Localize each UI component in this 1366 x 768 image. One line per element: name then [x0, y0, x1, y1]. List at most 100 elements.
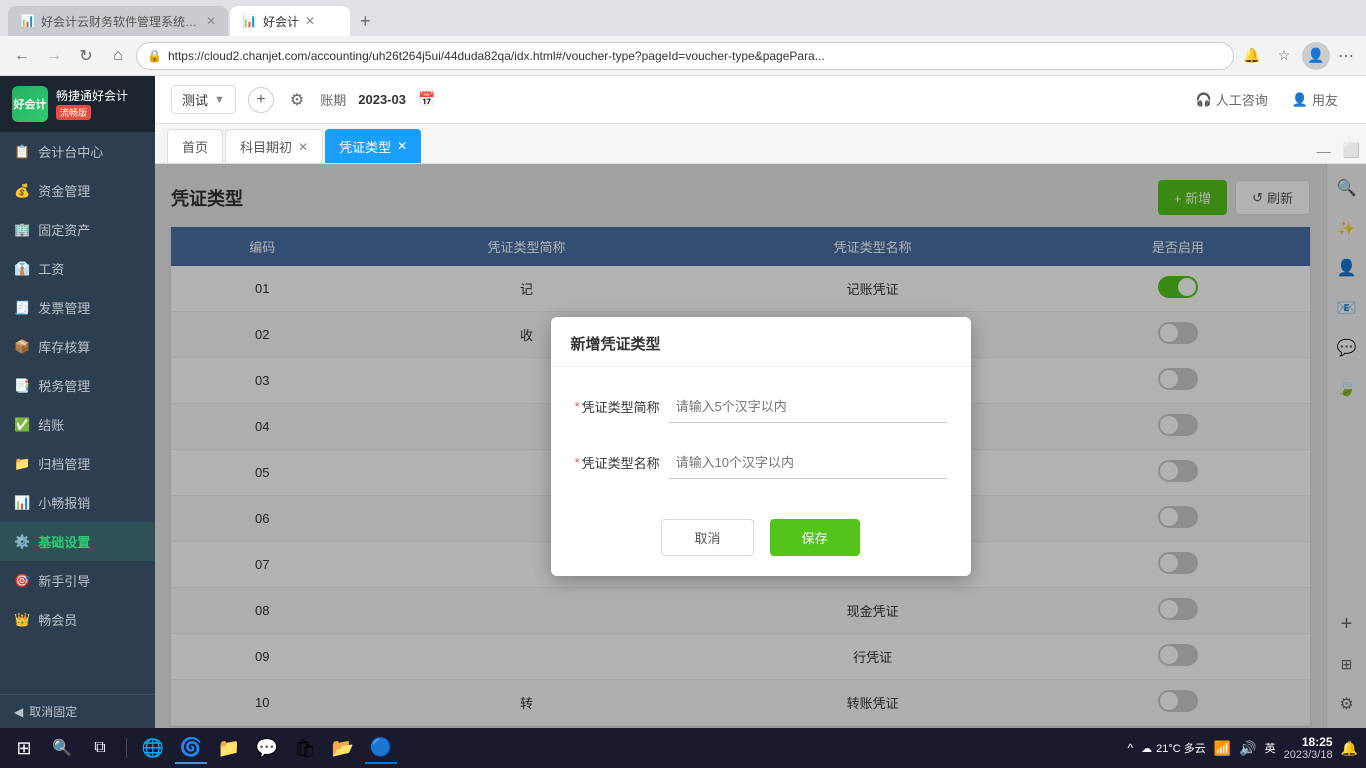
- pin-icon: ◀: [14, 705, 23, 719]
- sidebar-item-guide[interactable]: 🎯 新手引导: [0, 561, 155, 600]
- start-button[interactable]: ⊞: [8, 732, 40, 764]
- taskbar-store[interactable]: 🛍: [289, 732, 321, 764]
- report-icon: 📊: [14, 495, 30, 511]
- expand-panel-button[interactable]: ⬜: [1337, 142, 1366, 159]
- logo-icon: 好会计: [12, 86, 48, 122]
- tab2-favicon: 📊: [242, 14, 257, 28]
- lang-indicator: 英: [1265, 740, 1276, 756]
- taskbar-wechat[interactable]: 💬: [251, 732, 283, 764]
- minimize-panel-button[interactable]: —: [1311, 143, 1337, 159]
- sidebar-bottom[interactable]: ◀ 取消固定: [0, 694, 155, 728]
- sidebar-item-inventory[interactable]: 📦 库存核算: [0, 327, 155, 366]
- tab-voucher-close[interactable]: ✕: [397, 139, 407, 153]
- archive-icon: 📁: [14, 456, 30, 472]
- taskbar-chrome[interactable]: 🌀: [175, 732, 207, 764]
- browser-profile[interactable]: 👤: [1302, 42, 1330, 70]
- sidebar-item-settings[interactable]: ⚙️ 基础设置: [0, 522, 155, 561]
- abbr-label: * 凭证类型简称: [575, 397, 660, 416]
- tab-subject-label: 科目期初: [240, 137, 292, 156]
- sidebar-item-finance[interactable]: 💰 资金管理: [0, 171, 155, 210]
- dashboard-icon: 📋: [14, 144, 30, 160]
- sidebar-item-settle[interactable]: ✅ 结账: [0, 405, 155, 444]
- tab-home[interactable]: 首页: [167, 129, 223, 163]
- guide-icon: 🎯: [14, 573, 30, 589]
- sidebar-item-report[interactable]: 📊 小畅报销: [0, 483, 155, 522]
- taskbar-edge2[interactable]: 🔵: [365, 732, 397, 764]
- taskbar-taskview[interactable]: ⧉: [84, 732, 116, 764]
- period-label: 账期: [320, 90, 346, 109]
- settings-icon: ⚙️: [14, 534, 30, 550]
- dropdown-icon: ▼: [214, 94, 225, 106]
- notification-button[interactable]: 🔔: [1341, 740, 1358, 757]
- lock-icon: 🔒: [147, 49, 162, 63]
- logo-name: 畅捷通好会计: [56, 88, 128, 105]
- taskbar-time-display[interactable]: 18:25 2023/3/18: [1284, 735, 1333, 761]
- address-bar[interactable]: 🔒 https://cloud2.chanjet.com/accounting/…: [136, 42, 1234, 70]
- finance-icon: 💰: [14, 183, 30, 199]
- name-input[interactable]: [668, 447, 947, 479]
- cancel-button[interactable]: 取消: [661, 519, 753, 556]
- sidebar-logo: 好会计 畅捷通好会计 流畅版: [0, 76, 155, 132]
- weather-icon: ☁: [1141, 742, 1152, 755]
- taskbar-explorer[interactable]: 📁: [213, 732, 245, 764]
- user-icon: 👤: [1292, 92, 1308, 108]
- home-button[interactable]: ⌂: [104, 42, 132, 70]
- forward-button[interactable]: →: [40, 42, 68, 70]
- browser-menu[interactable]: ⋯: [1334, 42, 1358, 70]
- dialog-body: * 凭证类型简称 * 凭证类型名称: [551, 367, 971, 507]
- sidebar-item-assets[interactable]: 🏢 固定资产: [0, 210, 155, 249]
- back-button[interactable]: ←: [8, 42, 36, 70]
- taskbar-files[interactable]: 📂: [327, 732, 359, 764]
- tab-subject-close[interactable]: ✕: [298, 140, 308, 154]
- tab2-close[interactable]: ✕: [305, 14, 315, 28]
- taskbar-tray: ^ ☁ 21°C 多云 📶 🔊 英 18:25 2023/3/18 🔔: [1127, 735, 1358, 761]
- settle-icon: ✅: [14, 417, 30, 433]
- name-label: * 凭证类型名称: [575, 453, 660, 472]
- date-display: 2023/3/18: [1284, 749, 1333, 761]
- sidebar-item-salary[interactable]: 👔 工资: [0, 249, 155, 288]
- inventory-icon: 📦: [14, 339, 30, 355]
- abbr-input[interactable]: [668, 391, 947, 423]
- consult-button[interactable]: 🎧 人工咨询: [1196, 90, 1268, 109]
- taskbar-edge[interactable]: 🌐: [137, 732, 169, 764]
- time-display: 18:25: [1284, 735, 1333, 749]
- abbr-required: *: [575, 399, 580, 414]
- browser-tab-inactive[interactable]: 📊 好会计云财务软件管理系统_会计 ✕: [8, 6, 228, 36]
- invoice-icon: 🧾: [14, 300, 30, 316]
- sidebar-item-invoice[interactable]: 🧾 发票管理: [0, 288, 155, 327]
- add-company-button[interactable]: +: [248, 87, 274, 113]
- abbr-form-group: * 凭证类型简称: [575, 391, 947, 423]
- settings-cog-button[interactable]: ⚙: [286, 86, 308, 114]
- taskbar-search-button[interactable]: 🔍: [46, 732, 78, 764]
- sound-icon[interactable]: 🔊: [1239, 740, 1256, 757]
- period-value: 2023-03: [358, 92, 406, 107]
- tab1-close[interactable]: ✕: [206, 14, 216, 28]
- logo-badge: 流畅版: [56, 105, 91, 120]
- tab-subject[interactable]: 科目期初 ✕: [225, 129, 323, 163]
- save-button[interactable]: 保存: [770, 519, 860, 556]
- tab2-label: 好会计: [263, 13, 299, 30]
- taskbar: ⊞ 🔍 ⧉ 🌐 🌀 📁 💬 🛍 📂 🔵 ^ ☁ 21°C 多云 📶 🔊 英 18…: [0, 728, 1366, 768]
- calendar-icon[interactable]: 📅: [418, 91, 435, 108]
- wifi-icon[interactable]: 📶: [1214, 740, 1231, 757]
- sidebar-item-tax[interactable]: 📑 税务管理: [0, 366, 155, 405]
- company-selector[interactable]: 测试 ▼: [171, 85, 236, 114]
- new-tab-button[interactable]: +: [352, 11, 379, 32]
- tab-voucher-type[interactable]: 凭证类型 ✕: [325, 129, 421, 163]
- sidebar-item-archive[interactable]: 📁 归档管理: [0, 444, 155, 483]
- sidebar-item-dashboard[interactable]: 📋 会计台中心: [0, 132, 155, 171]
- company-name: 测试: [182, 90, 208, 109]
- system-tray-expand[interactable]: ^: [1127, 741, 1133, 755]
- dialog-overlay[interactable]: 新增凭证类型 * 凭证类型简称 *: [155, 164, 1366, 728]
- name-required: *: [575, 455, 580, 470]
- extensions-button[interactable]: 🔔: [1238, 42, 1266, 70]
- user-button[interactable]: 👤 用友: [1280, 90, 1350, 109]
- sidebar: 好会计 畅捷通好会计 流畅版 📋 会计台中心 💰 资金管理 🏢 固定资产 👔 工…: [0, 76, 155, 728]
- tab-home-label: 首页: [182, 137, 208, 156]
- headset-icon: 🎧: [1196, 92, 1212, 108]
- browser-tab-active[interactable]: 📊 好会计 ✕: [230, 6, 350, 36]
- refresh-button[interactable]: ↻: [72, 42, 100, 70]
- bookmark-button[interactable]: ☆: [1270, 42, 1298, 70]
- sidebar-item-member[interactable]: 👑 畅会员: [0, 600, 155, 639]
- page-tab-bar: 首页 科目期初 ✕ 凭证类型 ✕ — ⬜: [155, 124, 1366, 164]
